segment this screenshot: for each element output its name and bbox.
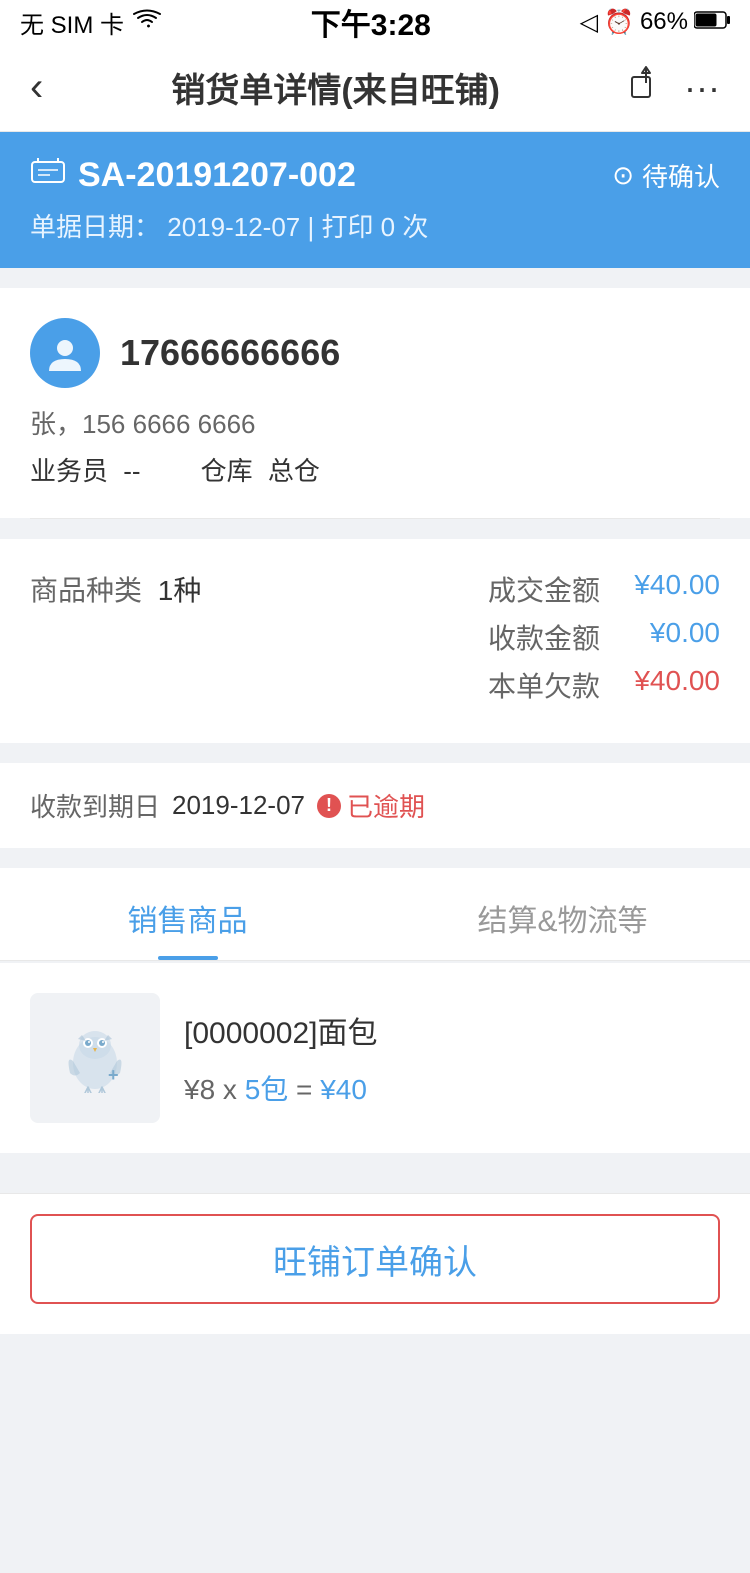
due-date-card: 收款到期日 2019-12-07 ! 已逾期 [0,763,750,848]
product-image: + [30,993,160,1123]
sim-label: 无 SIM 卡 [20,5,124,40]
product-section: + [0000002]面包 ¥8 x 5包 = ¥40 [0,963,750,1153]
type-value: 1种 [158,575,202,606]
location-icon: ◁ [580,8,598,37]
transaction-value: ¥40.00 [620,569,720,609]
equals-text: = [288,1074,320,1105]
page-title: 销货单详情(来自旺铺) [171,63,500,112]
due-label: 收款到期日 [30,787,160,824]
customer-name: 张，156 6666 6666 [30,404,720,441]
status-left: 无 SIM 卡 [20,5,162,40]
debt-row: 本单欠款 ¥40.00 [488,665,720,705]
wifi-icon [132,8,162,37]
order-date: 单据日期： 2019-12-07 | 打印 0 次 [30,207,720,244]
warehouse-info: 仓库 总仓 [201,451,320,488]
status-bar: 无 SIM 卡 下午3:28 ◁ ⏰ 66% [0,0,750,44]
customer-phone: 17666666666 [120,332,340,374]
receipt-value: ¥0.00 [620,617,720,657]
overdue-badge: ! 已逾期 [317,787,425,824]
receipt-row: 收款金额 ¥0.00 [488,617,720,657]
summary-card: 商品种类 1种 成交金额 ¥40.00 收款金额 ¥0.00 本单欠款 ¥40.… [0,539,750,743]
debt-value: ¥40.00 [620,665,720,705]
status-clock-icon: ⊙ [612,160,634,191]
back-button[interactable]: ‹ [30,65,43,110]
amount-section: 成交金额 ¥40.00 收款金额 ¥0.00 本单欠款 ¥40.00 [488,569,720,713]
share-icon[interactable] [628,65,664,110]
tab-settlement[interactable]: 结算&物流等 [375,868,750,960]
sales-value: -- [123,456,140,486]
status-time: 下午3:28 [311,0,431,44]
bottom-bar: 旺铺订单确认 [0,1193,750,1334]
product-name: [0000002]面包 [184,1008,720,1052]
confirm-order-button[interactable]: 旺铺订单确认 [30,1214,720,1304]
nav-actions: ··· [628,65,720,110]
status-right: ◁ ⏰ 66% [580,8,730,37]
customer-avatar [30,318,100,388]
product-details: [0000002]面包 ¥8 x 5包 = ¥40 [184,1008,720,1108]
battery-label: 66% [640,8,688,36]
nav-bar: ‹ 销货单详情(来自旺铺) ··· [0,44,750,132]
product-total: ¥40 [320,1074,367,1105]
alarm-icon: ⏰ [604,8,634,37]
status-label: 待确认 [642,157,720,194]
product-qty: 5包 [245,1074,289,1105]
more-icon[interactable]: ··· [684,67,720,109]
customer-card: 17666666666 张，156 6666 6666 业务员 -- 仓库 总仓 [0,288,750,518]
order-number: SA-20191207-002 [78,156,356,195]
product-price: ¥8 x 5包 = ¥40 [184,1068,720,1108]
due-date-value: 2019-12-07 [172,790,305,821]
product-type-section: 商品种类 1种 [30,569,201,609]
warehouse-value: 总仓 [268,456,320,486]
battery-icon [694,8,730,36]
transaction-row: 成交金额 ¥40.00 [488,569,720,609]
order-header-card: SA-20191207-002 ⊙ 待确认 单据日期： 2019-12-07 |… [0,132,750,268]
overdue-text: 已逾期 [347,787,425,824]
receipt-label: 收款金额 [488,617,600,657]
transaction-label: 成交金额 [488,569,600,609]
sales-info: 业务员 -- [30,451,141,488]
warehouse-label: 仓库 [201,456,253,486]
price-text: ¥8 x [184,1074,245,1105]
product-item: + [0000002]面包 ¥8 x 5包 = ¥40 [0,963,750,1153]
tab-products[interactable]: 销售商品 [0,868,375,960]
order-status: ⊙ 待确认 [612,157,720,194]
type-label: 商品种类 [30,575,142,606]
customer-extra: 业务员 -- 仓库 总仓 [30,451,720,488]
debt-label: 本单欠款 [488,665,600,705]
overdue-icon: ! [317,794,341,818]
tab-bar: 销售商品 结算&物流等 [0,868,750,961]
order-icon [30,157,66,194]
sales-label: 业务员 [30,456,108,486]
svg-text:+: + [108,1065,119,1085]
